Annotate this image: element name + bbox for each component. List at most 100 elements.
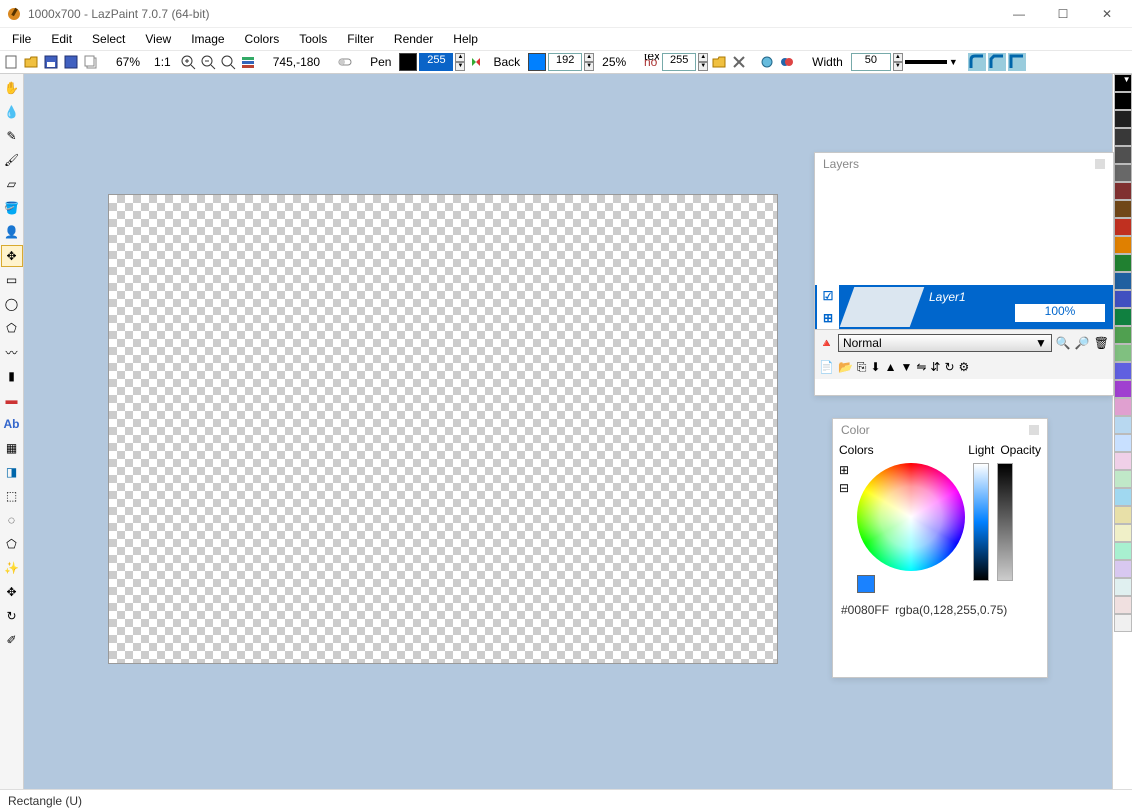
sel-move-icon[interactable]: ✥ <box>1 581 23 603</box>
zoom-fit-icon[interactable] <box>219 53 237 71</box>
menu-help[interactable]: Help <box>443 30 488 48</box>
swap-colors-icon[interactable] <box>467 53 485 71</box>
line-preview[interactable] <box>905 60 947 64</box>
layer-dup-icon[interactable]: ⎘ <box>857 360 867 375</box>
no-tex-icon[interactable]: notex <box>642 53 660 71</box>
menu-edit[interactable]: Edit <box>41 30 82 48</box>
tex-open-icon[interactable] <box>710 53 728 71</box>
swatch-12[interactable] <box>1114 308 1132 326</box>
swatch-17[interactable] <box>1114 398 1132 416</box>
clone-tool-icon[interactable]: 👤 <box>1 221 23 243</box>
minimize-button[interactable]: — <box>1006 4 1032 24</box>
rect-tool-icon[interactable]: ▭ <box>1 269 23 291</box>
swatch-2[interactable] <box>1114 128 1132 146</box>
eraser-tool-icon[interactable]: ▱ <box>1 173 23 195</box>
swatch-0[interactable] <box>1114 92 1132 110</box>
join-round-icon[interactable] <box>968 53 986 71</box>
pen-color-swatch[interactable] <box>399 53 417 71</box>
opacity-slider[interactable] <box>997 463 1013 581</box>
zoom-value[interactable]: 67% <box>110 55 146 69</box>
sel-rect-icon[interactable]: ⬚ <box>1 485 23 507</box>
layer-visible-checkbox[interactable]: ☑ <box>817 285 839 307</box>
menu-tools[interactable]: Tools <box>289 30 337 48</box>
layer-up-icon[interactable]: ▲ <box>885 360 897 375</box>
swatch-14[interactable] <box>1114 344 1132 362</box>
layer-row[interactable]: ☑ ⊞ Layer1 100% <box>815 285 1113 329</box>
ellipse-tool-icon[interactable]: ◯ <box>1 293 23 315</box>
shape-mode2-icon[interactable] <box>778 53 796 71</box>
pen-tool-icon[interactable]: ✎ <box>1 125 23 147</box>
select-tool-icon[interactable]: ✥ <box>1 245 23 267</box>
color-panel[interactable]: Color Colors Light Opacity ⊞ ⊟ #0080F <box>832 418 1048 678</box>
swatch-11[interactable] <box>1114 290 1132 308</box>
swatch-16[interactable] <box>1114 380 1132 398</box>
maximize-button[interactable]: ☐ <box>1050 4 1076 24</box>
curve-tool-icon[interactable]: 〰 <box>1 341 23 363</box>
zoom-out-icon[interactable] <box>199 53 217 71</box>
lightness-slider[interactable] <box>973 463 989 581</box>
layer-tool-icon[interactable]: ◨ <box>1 461 23 483</box>
swatch-29[interactable] <box>1114 614 1132 632</box>
zoom-ratio[interactable]: 1:1 <box>148 55 177 69</box>
swatch-1[interactable] <box>1114 110 1132 128</box>
tex-clear-icon[interactable] <box>730 53 748 71</box>
menu-colors[interactable]: Colors <box>235 30 290 48</box>
layer-lock-checkbox[interactable]: ⊞ <box>817 307 839 329</box>
swatch-27[interactable] <box>1114 578 1132 596</box>
menu-file[interactable]: File <box>2 30 41 48</box>
layer-flipv-icon[interactable]: ⇵ <box>930 360 940 375</box>
swatch-24[interactable] <box>1114 524 1132 542</box>
layer-delete-icon[interactable]: 🗑 <box>1094 336 1109 350</box>
grid-icon[interactable] <box>239 53 257 71</box>
hand-tool-icon[interactable]: ✋ <box>1 77 23 99</box>
menu-view[interactable]: View <box>135 30 181 48</box>
saveas-icon[interactable] <box>62 53 80 71</box>
blend-mode-select[interactable]: Normal▼ <box>838 334 1052 352</box>
swatch-menu-icon[interactable]: ▼ <box>1114 74 1132 92</box>
swatch-23[interactable] <box>1114 506 1132 524</box>
layers-panel[interactable]: Layers ☑ ⊞ Layer1 100% 🔺 Normal▼ 🔍 🔎 🗑 <box>814 152 1114 396</box>
layer-zoomout-icon[interactable]: 🔍 <box>1056 336 1071 350</box>
current-color-swatch[interactable] <box>857 575 875 593</box>
pen-alpha-spinner[interactable]: ▲▼ <box>455 53 465 71</box>
gradient-tool-icon[interactable]: ▮ <box>1 365 23 387</box>
layer-fx-icon[interactable]: ⚙ <box>959 360 970 375</box>
sel-poly-icon[interactable]: ⬠ <box>1 533 23 555</box>
back-alpha-spinner[interactable]: ▲▼ <box>584 53 594 71</box>
layer-down-icon[interactable]: ▼ <box>900 360 912 375</box>
open-icon[interactable] <box>22 53 40 71</box>
panel-close-icon[interactable] <box>1095 159 1105 169</box>
sel-ellipse-icon[interactable]: ◌ <box>1 509 23 531</box>
color-remove-icon[interactable]: ⊟ <box>839 481 849 495</box>
layer-merge-icon[interactable]: ⬇ <box>871 360 881 375</box>
close-button[interactable]: ✕ <box>1094 4 1120 24</box>
layer-new-icon[interactable]: 📄 <box>819 360 834 375</box>
swatch-5[interactable] <box>1114 182 1132 200</box>
swatch-9[interactable] <box>1114 254 1132 272</box>
layer-opacity[interactable]: 100% <box>1015 304 1105 322</box>
layer-name[interactable]: Layer1 <box>923 290 1113 304</box>
swatch-22[interactable] <box>1114 488 1132 506</box>
swatch-19[interactable] <box>1114 434 1132 452</box>
tex-alpha-input[interactable]: 255 <box>662 53 696 71</box>
swatch-15[interactable] <box>1114 362 1132 380</box>
shape-tool-icon[interactable]: ▬ <box>1 389 23 411</box>
fill-tool-icon[interactable]: 🪣 <box>1 197 23 219</box>
width-spinner[interactable]: ▲▼ <box>893 53 903 71</box>
shape-mode1-icon[interactable] <box>758 53 776 71</box>
swatch-28[interactable] <box>1114 596 1132 614</box>
join-bevel-icon[interactable] <box>988 53 1006 71</box>
layer-rot-icon[interactable]: ↻ <box>944 360 954 375</box>
color-panel-close-icon[interactable] <box>1029 425 1039 435</box>
width-input[interactable]: 50 <box>851 53 891 71</box>
swatch-6[interactable] <box>1114 200 1132 218</box>
join-miter-icon[interactable] <box>1008 53 1026 71</box>
layer-zoomin-icon[interactable]: 🔎 <box>1075 336 1090 350</box>
menu-filter[interactable]: Filter <box>337 30 384 48</box>
copy-icon[interactable] <box>82 53 100 71</box>
tex-alpha-spinner[interactable]: ▲▼ <box>698 53 708 71</box>
menu-render[interactable]: Render <box>384 30 443 48</box>
swatch-4[interactable] <box>1114 164 1132 182</box>
save-icon[interactable] <box>42 53 60 71</box>
sel-pen-icon[interactable]: ✐ <box>1 629 23 651</box>
